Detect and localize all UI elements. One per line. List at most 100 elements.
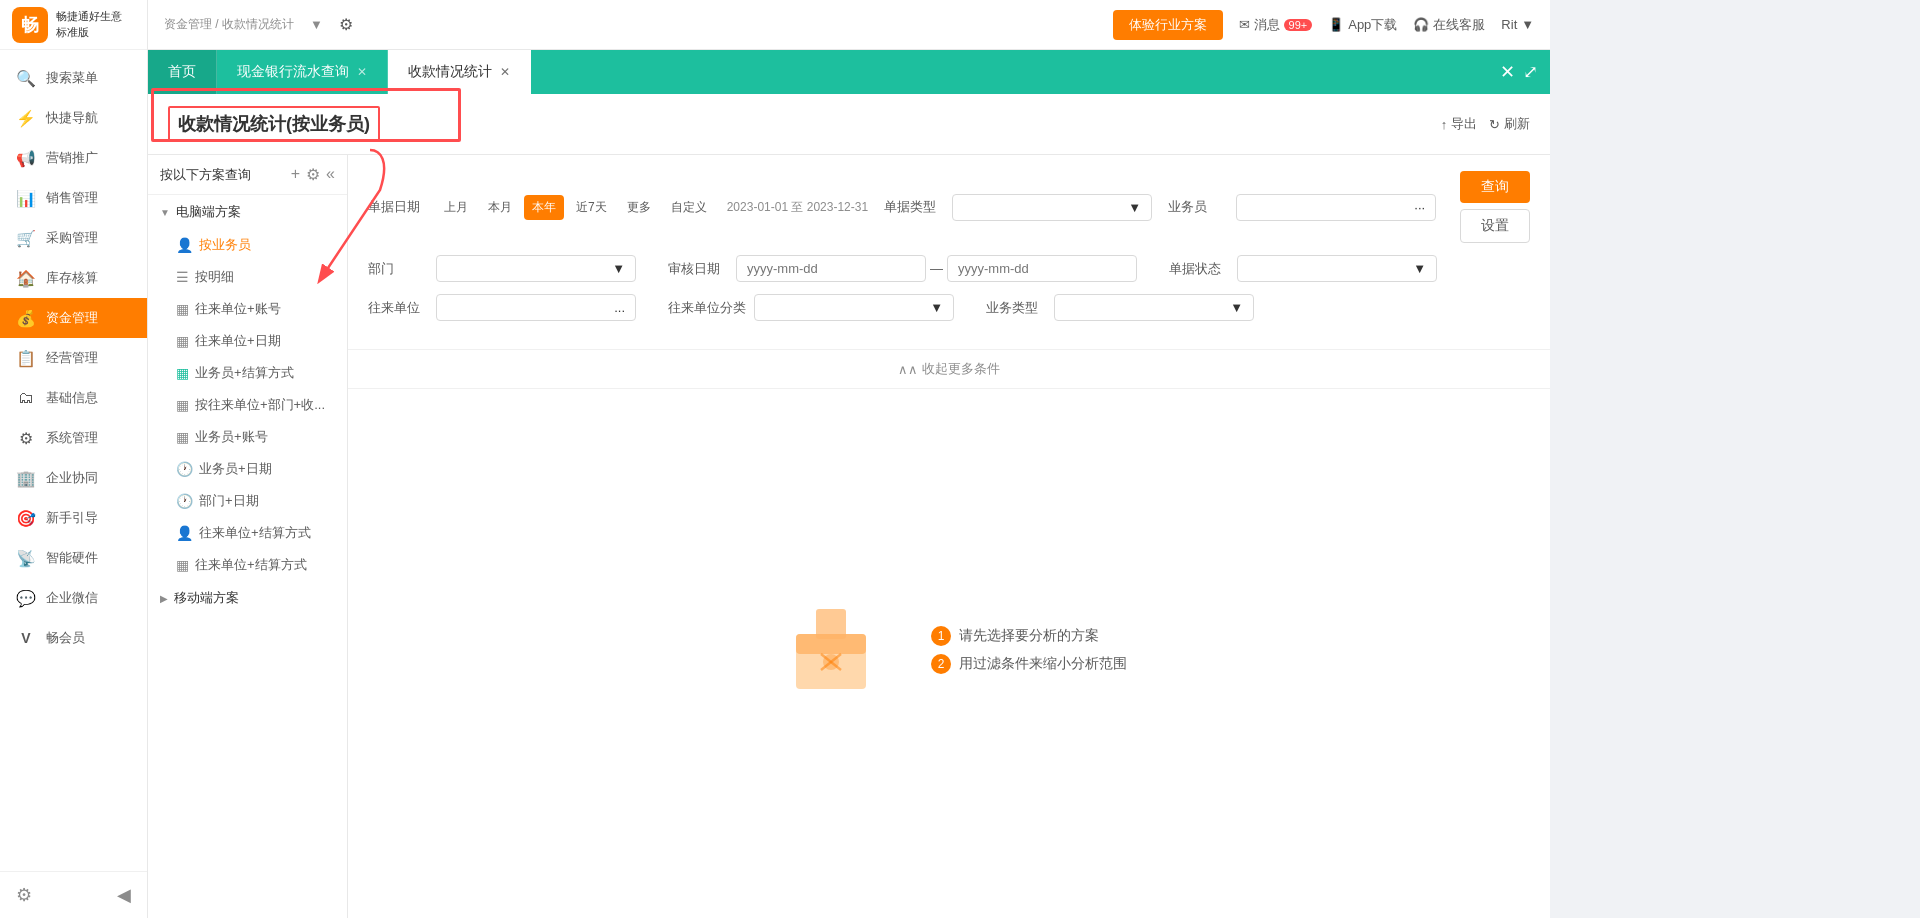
date-tab-7days[interactable]: 近7天 xyxy=(568,195,615,220)
app-download-action[interactable]: 📱 App下载 xyxy=(1328,16,1397,34)
review-date-from[interactable] xyxy=(736,255,926,282)
sidebar-item-marketing[interactable]: 📢 营销推广 xyxy=(0,138,147,178)
tab-close-collection[interactable]: ✕ xyxy=(500,65,510,79)
refresh-icon: ↻ xyxy=(1489,117,1500,132)
header-left: 资金管理 / 收款情况统计 ▼ ⚙ xyxy=(164,15,353,34)
quicknav-icon: ⚡ xyxy=(16,108,36,128)
date-tab-last-month[interactable]: 上月 xyxy=(436,195,476,220)
scheme-item-salesman-date[interactable]: 🕐 业务员+日期 xyxy=(148,453,347,485)
scheme-settings-icon[interactable]: ⚙ xyxy=(306,165,320,184)
guide-icon: 🎯 xyxy=(16,508,36,528)
date-separator: — xyxy=(930,261,943,276)
sidebar-nav: 🔍 搜索菜单 ⚡ 快捷导航 📢 营销推广 📊 销售管理 🛒 采购管理 🏠 xyxy=(0,50,147,871)
clock-icon-2: 🕐 xyxy=(176,493,193,509)
partner-input[interactable]: ... xyxy=(436,294,636,321)
sidebar-item-member[interactable]: V 畅会员 xyxy=(0,618,147,658)
date-tab-this-year[interactable]: 本年 xyxy=(524,195,564,220)
scheme-collapse-icon[interactable]: « xyxy=(326,165,335,184)
date-tab-this-month[interactable]: 本月 xyxy=(480,195,520,220)
user-dropdown-arrow: ▼ xyxy=(1521,17,1534,32)
tab-bank-flow[interactable]: 现金银行流水查询 ✕ xyxy=(217,50,388,94)
person-icon-2: 👤 xyxy=(176,525,193,541)
collapse-btn[interactable]: ∧∧ 收起更多条件 xyxy=(898,360,1000,378)
date-tab-custom[interactable]: 自定义 xyxy=(663,195,715,220)
search-icon: 🔍 xyxy=(16,68,36,88)
filter-partner-item: 往来单位 ... xyxy=(368,294,636,321)
sidebar-item-finance[interactable]: 💰 资金管理 xyxy=(0,298,147,338)
setting-button[interactable]: 设置 xyxy=(1460,209,1530,243)
main-area: 单据日期 上月 本月 本年 近7天 更多 自定义 2023-01-01 至 20… xyxy=(348,155,1550,918)
collapse-bar[interactable]: ∧∧ 收起更多条件 xyxy=(348,350,1550,389)
tab-home[interactable]: 首页 xyxy=(148,50,217,94)
collapse-up-icon: ∧∧ xyxy=(898,362,918,377)
sales-icon: 📊 xyxy=(16,188,36,208)
online-service-action[interactable]: 🎧 在线客服 xyxy=(1413,16,1485,34)
doctype-select[interactable]: ▼ xyxy=(952,194,1152,221)
scheme-group-desktop: ▼ 电脑端方案 👤 按业务员 ☰ 按明细 ▦ xyxy=(148,195,347,581)
sidebar-item-inventory[interactable]: 🏠 库存核算 xyxy=(0,258,147,298)
review-date-to[interactable] xyxy=(947,255,1137,282)
empty-hints: 1 请先选择要分析的方案 2 用过滤条件来缩小分析范围 xyxy=(931,626,1127,682)
doctype-dropdown-icon: ▼ xyxy=(1128,200,1141,215)
scheme-item-partner-settle1[interactable]: 👤 往来单位+结算方式 xyxy=(148,517,347,549)
sidebar-item-quicknav[interactable]: ⚡ 快捷导航 xyxy=(0,98,147,138)
tab-close-all-icon[interactable]: ✕ xyxy=(1500,61,1515,83)
basicinfo-icon: 🗂 xyxy=(16,388,36,408)
dropdown-arrow[interactable]: ▼ xyxy=(310,17,323,32)
scheme-item-detail[interactable]: ☰ 按明细 xyxy=(148,261,347,293)
sidebar-item-system[interactable]: ⚙ 系统管理 xyxy=(0,418,147,458)
filter-row-1: 单据日期 上月 本月 本年 近7天 更多 自定义 2023-01-01 至 20… xyxy=(368,171,1530,243)
export-button[interactable]: ↑ 导出 xyxy=(1441,115,1478,133)
trial-button[interactable]: 体验行业方案 xyxy=(1113,10,1223,40)
sidebar-item-enterprise[interactable]: 🏢 企业协同 xyxy=(0,458,147,498)
scheme-add-icon[interactable]: + xyxy=(291,165,300,184)
scheme-item-partner-dept[interactable]: ▦ 按往来单位+部门+收... xyxy=(148,389,347,421)
tab-close-bank-flow[interactable]: ✕ xyxy=(357,65,367,79)
scheme-item-partner-date[interactable]: ▦ 往来单位+日期 xyxy=(148,325,347,357)
sidebar-item-sales[interactable]: 📊 销售管理 xyxy=(0,178,147,218)
reviewdate-label: 审核日期 xyxy=(668,260,728,278)
scheme-item-partner-settle2[interactable]: ▦ 往来单位+结算方式 xyxy=(148,549,347,581)
message-action[interactable]: ✉ 消息 99+ xyxy=(1239,16,1313,34)
scheme-item-salesman[interactable]: 👤 按业务员 xyxy=(148,229,347,261)
operations-icon: 📋 xyxy=(16,348,36,368)
sidebar-item-operations[interactable]: 📋 经营管理 xyxy=(0,338,147,378)
sidebar-collapse-icon[interactable]: ◀ xyxy=(117,884,131,906)
sidebar-item-guide[interactable]: 🎯 新手引导 xyxy=(0,498,147,538)
tab-bar: 首页 现金银行流水查询 ✕ 收款情况统计 ✕ ✕ ⤢ xyxy=(148,50,1550,94)
scheme-item-salesman-account[interactable]: ▦ 业务员+账号 xyxy=(148,421,347,453)
salesman-select[interactable]: ··· xyxy=(1236,194,1436,221)
scheme-item-salesman-settle[interactable]: ▦ 业务员+结算方式 xyxy=(148,357,347,389)
biztype-select[interactable]: ▼ xyxy=(1054,294,1254,321)
scheme-group-mobile-title[interactable]: ▶ 移动端方案 xyxy=(148,581,347,615)
scheme-title: 按以下方案查询 xyxy=(160,166,251,184)
sidebar-item-smarthw[interactable]: 📡 智能硬件 xyxy=(0,538,147,578)
message-badge: 99+ xyxy=(1284,19,1313,31)
table-icon-2: ▦ xyxy=(176,333,189,349)
partner-category-select[interactable]: ▼ xyxy=(754,294,954,321)
sidebar-settings-icon[interactable]: ⚙ xyxy=(16,884,32,906)
scheme-group-desktop-title[interactable]: ▼ 电脑端方案 xyxy=(148,195,347,229)
refresh-button[interactable]: ↻ 刷新 xyxy=(1489,115,1530,133)
date-tab-more[interactable]: 更多 xyxy=(619,195,659,220)
sidebar-item-basicinfo[interactable]: 🗂 基础信息 xyxy=(0,378,147,418)
tab-expand-icon[interactable]: ⤢ xyxy=(1523,61,1538,83)
settings-gear[interactable]: ⚙ xyxy=(339,15,353,34)
biztype-dropdown-icon: ▼ xyxy=(1230,300,1243,315)
sidebar-item-search[interactable]: 🔍 搜索菜单 xyxy=(0,58,147,98)
dept-select[interactable]: ▼ xyxy=(436,255,636,282)
hint-text-2: 用过滤条件来缩小分析范围 xyxy=(959,655,1127,673)
table-icon-1: ▦ xyxy=(176,301,189,317)
hint-num-1: 1 xyxy=(931,626,951,646)
date-range-display: 2023-01-01 至 2023-12-31 xyxy=(727,199,868,216)
scheme-item-dept-date[interactable]: 🕐 部门+日期 xyxy=(148,485,347,517)
user-name[interactable]: Rit ▼ xyxy=(1501,17,1534,32)
sidebar-item-purchase[interactable]: 🛒 采购管理 xyxy=(0,218,147,258)
docstatus-select[interactable]: ▼ xyxy=(1237,255,1437,282)
query-button[interactable]: 查询 xyxy=(1460,171,1530,203)
sidebar-item-weixin[interactable]: 💬 企业微信 xyxy=(0,578,147,618)
scheme-item-partner-account[interactable]: ▦ 往来单位+账号 xyxy=(148,293,347,325)
tab-collection-stats[interactable]: 收款情况统计 ✕ xyxy=(388,50,531,94)
app-logo: 畅 畅捷通好生意 标准版 xyxy=(0,0,147,50)
page-content: 收款情况统计(按业务员) ↑ 导出 ↻ 刷新 按以下 xyxy=(148,94,1550,918)
